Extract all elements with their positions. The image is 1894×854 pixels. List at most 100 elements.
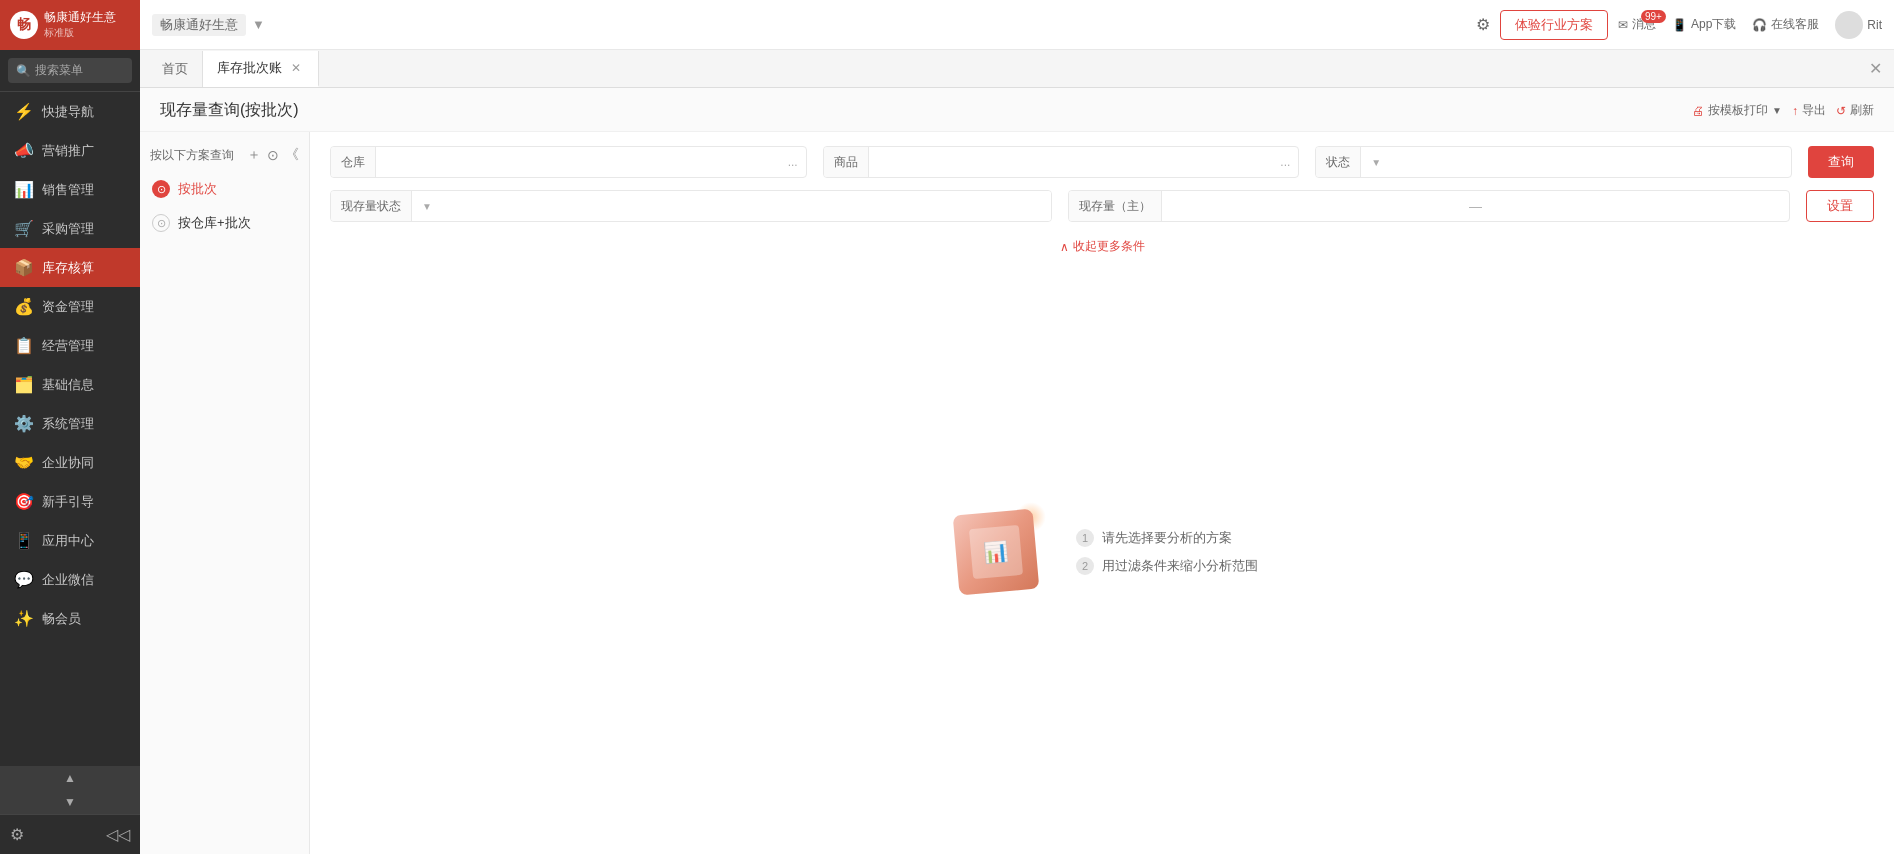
settings-btn[interactable]: 设置	[1806, 190, 1874, 222]
purchase-icon: 🛒	[14, 219, 34, 238]
sidebar-scroll-down[interactable]: ▼	[0, 790, 140, 814]
refresh-icon: ↺	[1836, 104, 1846, 118]
settings-footer-icon[interactable]: ⚙	[10, 825, 24, 844]
app-logo: 畅	[10, 11, 38, 39]
sidebar-item-quick-nav[interactable]: ⚡ 快捷导航	[0, 92, 140, 131]
sidebar-item-basic[interactable]: 🗂️ 基础信息	[0, 365, 140, 404]
tab-home[interactable]: 首页	[148, 51, 203, 87]
warehouse-filter[interactable]: 仓库 ...	[330, 146, 807, 178]
guide-icon: 🎯	[14, 492, 34, 511]
product-input[interactable]	[869, 155, 1273, 170]
scheme-by-wh-batch-label: 按仓库+批次	[178, 214, 251, 232]
empty-state: 📊 1 请先选择要分析的方案 2 用过滤条件来缩小分析范围	[330, 263, 1874, 840]
search-label: 搜索菜单	[35, 62, 83, 79]
search-menu-btn[interactable]: 🔍 搜索菜单	[8, 58, 132, 83]
settings-scheme-icon[interactable]: ⊙	[267, 147, 279, 163]
product-filter[interactable]: 商品 ...	[823, 146, 1300, 178]
refresh-label: 刷新	[1850, 102, 1874, 119]
app-subtitle: 标准版	[44, 26, 116, 40]
app-title: 畅康通好生意	[44, 10, 116, 26]
status-filter[interactable]: 状态 ▼	[1315, 146, 1792, 178]
main-area: 畅康通好生意 ▼ ⚙ 体验行业方案 ✉ 消息 99+ 📱 App下载 🎧 在线客…	[140, 0, 1894, 854]
tab-close-btn[interactable]: ✕	[288, 60, 304, 76]
stock-qty-max-input[interactable]	[1492, 199, 1789, 214]
breadcrumb-item: 畅康通好生意	[152, 14, 246, 36]
stock-qty-filter[interactable]: 现存量（主） —	[1068, 190, 1790, 222]
basic-label: 基础信息	[42, 376, 94, 394]
topbar-right: ✉ 消息 99+ 📱 App下载 🎧 在线客服 Rit	[1618, 11, 1882, 39]
sidebar-scroll-up[interactable]: ▲	[0, 766, 140, 790]
sidebar-item-enterprise[interactable]: 🤝 企业协同	[0, 443, 140, 482]
sidebar-item-finance[interactable]: 💰 资金管理	[0, 287, 140, 326]
sidebar-item-guide[interactable]: 🎯 新手引导	[0, 482, 140, 521]
empty-box-inner: 📊	[969, 524, 1023, 578]
sidebar-item-appstore[interactable]: 📱 应用中心	[0, 521, 140, 560]
sidebar-header: 畅 畅康通好生意 标准版	[0, 0, 140, 50]
sidebar-search-area[interactable]: 🔍 搜索菜单	[0, 50, 140, 92]
headset-icon: 🎧	[1752, 18, 1767, 32]
sidebar-item-inventory[interactable]: 📦 库存核算	[0, 248, 140, 287]
phone-icon: 📱	[1672, 18, 1687, 32]
tab-batch-ledger[interactable]: 库存批次账 ✕	[203, 51, 319, 87]
sidebar-nav: ⚡ 快捷导航 📣 营销推广 📊 销售管理 🛒 采购管理 📦 库存核算 💰 资金管…	[0, 92, 140, 766]
tip-2-text: 用过滤条件来缩小分析范围	[1102, 557, 1258, 575]
stock-status-select[interactable]: ▼	[412, 191, 1051, 221]
sidebar: 畅 畅康通好生意 标准版 🔍 搜索菜单 ⚡ 快捷导航 📣 营销推广 📊 销售管理…	[0, 0, 140, 854]
product-more-icon[interactable]: ...	[1272, 155, 1298, 169]
warehouse-more-icon[interactable]: ...	[780, 155, 806, 169]
stock-qty-min-input[interactable]	[1162, 199, 1459, 214]
empty-illustration: 📊	[946, 502, 1046, 602]
system-icon: ⚙️	[14, 414, 34, 433]
tip-1-text: 请先选择要分析的方案	[1102, 529, 1232, 547]
collapse-conditions-btn[interactable]: ∧ 收起更多条件	[330, 230, 1874, 263]
sidebar-item-sales[interactable]: 📊 销售管理	[0, 170, 140, 209]
tip-2-num: 2	[1076, 557, 1094, 575]
status-select-arrow: ▼	[1371, 157, 1381, 168]
print-dropdown-arrow[interactable]: ▼	[1772, 105, 1782, 116]
sidebar-item-member[interactable]: ✨ 畅会员	[0, 599, 140, 638]
scheme-inactive-icon: ⊙	[152, 214, 170, 232]
wechat-icon: 💬	[14, 570, 34, 589]
system-label: 系统管理	[42, 415, 94, 433]
appstore-label: 应用中心	[42, 532, 94, 550]
messages-btn[interactable]: ✉ 消息 99+	[1618, 16, 1656, 33]
query-btn[interactable]: 查询	[1808, 146, 1874, 178]
sidebar-item-purchase[interactable]: 🛒 采购管理	[0, 209, 140, 248]
print-icon: 🖨	[1692, 104, 1704, 118]
scheme-by-batch-label: 按批次	[178, 180, 217, 198]
wechat-label: 企业微信	[42, 571, 94, 589]
online-support-btn[interactable]: 🎧 在线客服	[1752, 16, 1819, 33]
refresh-btn[interactable]: ↺ 刷新	[1836, 102, 1874, 119]
stock-qty-dash: —	[1459, 199, 1492, 214]
topbar-settings-icon[interactable]: ⚙	[1476, 15, 1490, 34]
collapse-arrow-icon: ∧	[1060, 240, 1069, 254]
sidebar-item-marketing[interactable]: 📣 营销推广	[0, 131, 140, 170]
topbar: 畅康通好生意 ▼ ⚙ 体验行业方案 ✉ 消息 99+ 📱 App下载 🎧 在线客…	[140, 0, 1894, 50]
sidebar-item-operation[interactable]: 📋 经营管理	[0, 326, 140, 365]
scheme-item-by-batch[interactable]: ⊙ 按批次	[140, 172, 309, 206]
sidebar-item-wechat[interactable]: 💬 企业微信	[0, 560, 140, 599]
status-select[interactable]: ▼	[1361, 147, 1391, 177]
stock-status-label: 现存量状态	[331, 191, 412, 221]
sales-icon: 📊	[14, 180, 34, 199]
collapse-label: 收起更多条件	[1073, 238, 1145, 255]
user-avatar-btn[interactable]: Rit	[1835, 11, 1882, 39]
page: 现存量查询(按批次) 🖨 按模板打印 ▼ ↑ 导出 ↺ 刷新	[140, 88, 1894, 854]
quick-nav-icon: ⚡	[14, 102, 34, 121]
collapse-sidebar-icon[interactable]: ◁◁	[106, 825, 130, 844]
warehouse-input[interactable]	[376, 155, 780, 170]
export-btn[interactable]: ↑ 导出	[1792, 102, 1826, 119]
operation-icon: 📋	[14, 336, 34, 355]
sidebar-item-system[interactable]: ⚙️ 系统管理	[0, 404, 140, 443]
template-print-btn[interactable]: 🖨 按模板打印 ▼	[1692, 102, 1782, 119]
close-all-tabs-btn[interactable]: ✕	[1869, 59, 1882, 78]
app-download-btn[interactable]: 📱 App下载	[1672, 16, 1736, 33]
stock-status-filter[interactable]: 现存量状态 ▼	[330, 190, 1052, 222]
scheme-item-by-wh-batch[interactable]: ⊙ 按仓库+批次	[140, 206, 309, 240]
page-title: 现存量查询(按批次)	[160, 100, 299, 121]
content-area: 按以下方案查询 ＋ ⊙ 《 ⊙ 按批次 ⊙ 按仓库+批次	[140, 132, 1894, 854]
add-scheme-icon[interactable]: ＋	[247, 146, 261, 164]
collapse-panel-icon[interactable]: 《	[285, 146, 299, 164]
trial-btn[interactable]: 体验行业方案	[1500, 10, 1608, 40]
empty-tip-2: 2 用过滤条件来缩小分析范围	[1076, 557, 1258, 575]
